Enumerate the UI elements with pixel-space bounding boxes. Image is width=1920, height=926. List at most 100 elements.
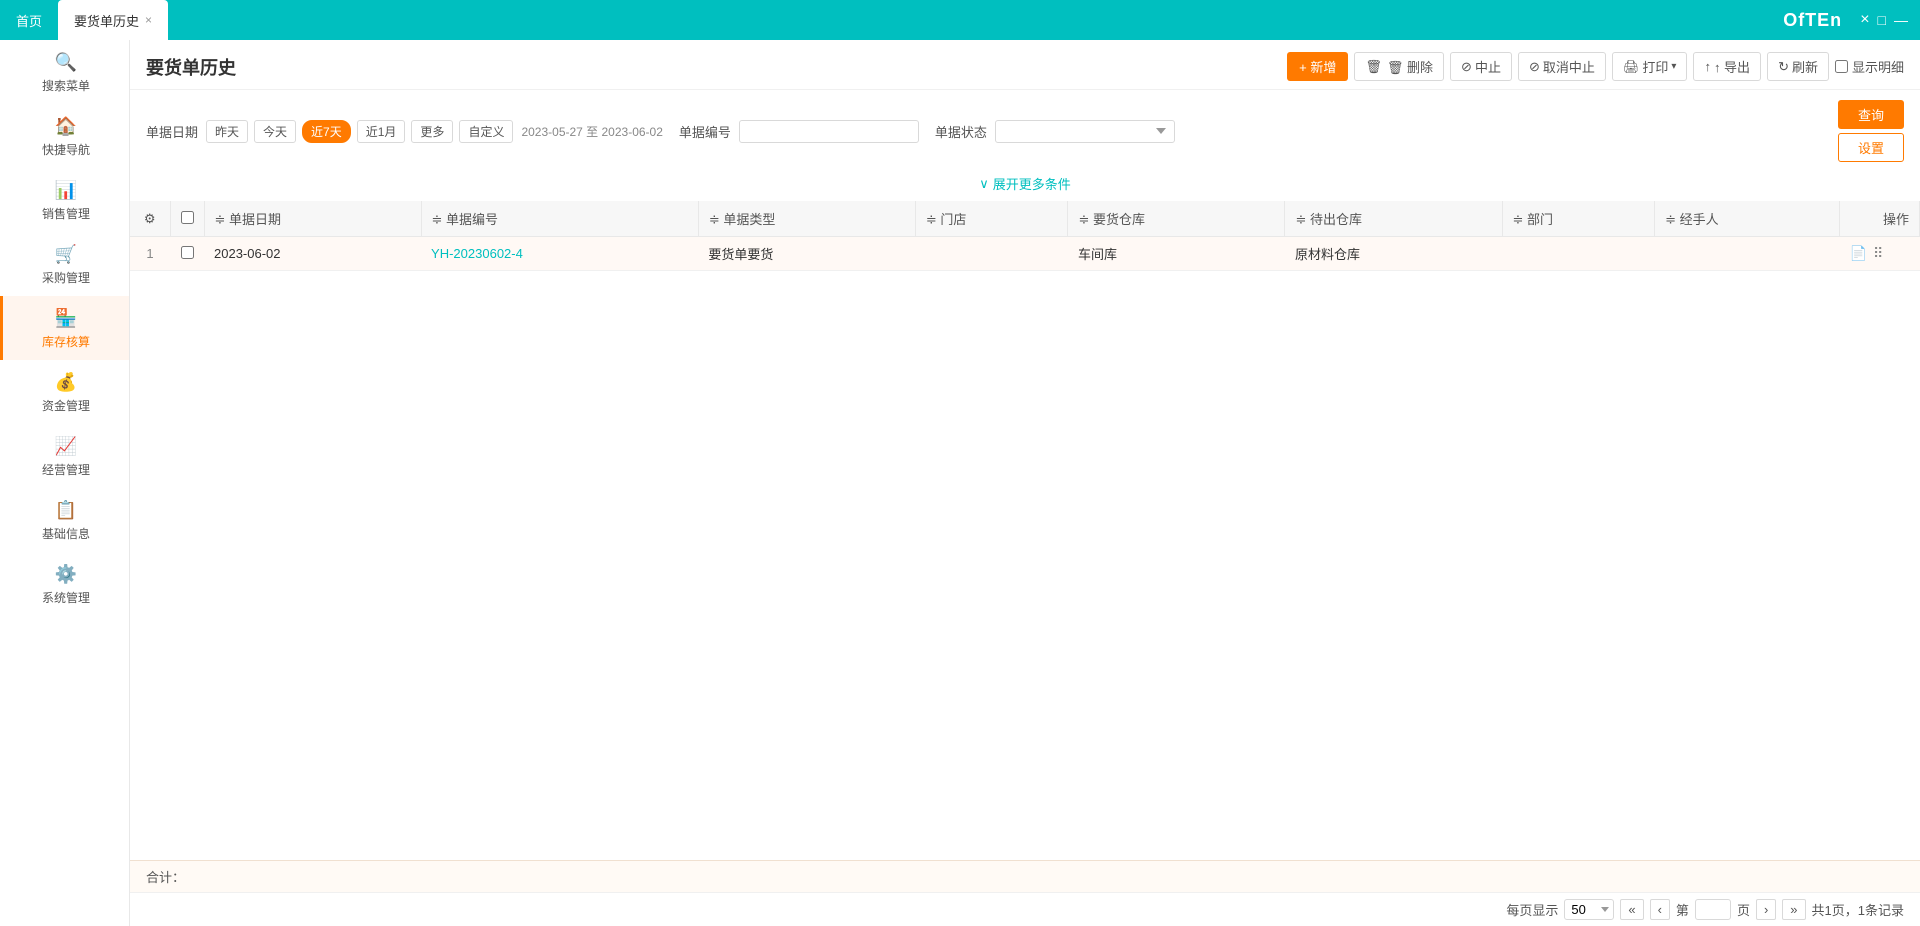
col-date-label: ≑ 单据日期	[215, 212, 282, 227]
sidebar-item-quick-nav[interactable]: 🏠 快捷导航	[0, 104, 129, 168]
status-filter-group: 单据状态	[935, 120, 1175, 143]
toolbar: + 新增 🗑 🗑 删除 ⊘ 中止 ⊘ 取消中止 🖨 打印 ▾	[1287, 52, 1904, 81]
table-container: ⚙ ≑ 单据日期 ≑ 单据编号 ≑ 单据类型	[130, 201, 1920, 860]
sidebar-item-finance[interactable]: 💰 资金管理	[0, 360, 129, 424]
window-restore-icon[interactable]: □	[1878, 12, 1886, 28]
sidebar-item-basic-info[interactable]: 📋 基础信息	[0, 488, 129, 552]
refresh-button[interactable]: ↻ 刷新	[1767, 52, 1829, 81]
cancel-stop-label: 取消中止	[1543, 57, 1595, 76]
delete-button[interactable]: 🗑 🗑 删除	[1354, 52, 1444, 81]
export-button[interactable]: ↑ ↑ 导出	[1693, 52, 1761, 81]
refresh-icon: ↻	[1778, 59, 1789, 75]
col-department[interactable]: ≑ 部门	[1502, 201, 1655, 237]
orders-table: ⚙ ≑ 单据日期 ≑ 单据编号 ≑ 单据类型	[130, 201, 1920, 271]
col-handler[interactable]: ≑ 经手人	[1655, 201, 1840, 237]
col-dest-warehouse-label: ≑ 待出仓库	[1295, 212, 1362, 227]
last-page-btn[interactable]: »	[1782, 899, 1805, 920]
order-no-input[interactable]	[739, 120, 919, 143]
tab-order-history[interactable]: 要货单历史 ×	[58, 0, 168, 40]
display-detail-toggle[interactable]: 显示明细	[1835, 57, 1904, 76]
tab-close-icon[interactable]: ×	[145, 13, 152, 27]
print-button[interactable]: 🖨 打印 ▾	[1612, 52, 1688, 81]
search-icon: 🔍	[55, 52, 77, 73]
col-checkbox	[170, 201, 204, 237]
delete-icon: 🗑	[1365, 59, 1382, 75]
sidebar-item-system[interactable]: ⚙️ 系统管理	[0, 552, 129, 616]
tab-list: 首页 要货单历史 ×	[0, 0, 168, 40]
date-btn-yesterday[interactable]: 昨天	[206, 120, 248, 143]
display-detail-checkbox[interactable]	[1835, 60, 1848, 73]
col-handler-label: ≑ 经手人	[1665, 212, 1719, 227]
pagination-bar: 每页显示 50 10 20 100 « ‹ 第 1 页 › » 共1页，1条记录	[130, 892, 1920, 926]
date-btn-today[interactable]: 今天	[254, 120, 296, 143]
col-req-warehouse[interactable]: ≑ 要货仓库	[1068, 201, 1285, 237]
col-actions-label: 操作	[1883, 212, 1909, 227]
order-no-link[interactable]: YH-20230602-4	[431, 246, 523, 261]
date-btn-1month[interactable]: 近1月	[357, 120, 406, 143]
date-btn-7days[interactable]: 近7天	[302, 120, 351, 143]
row-checkbox-cell	[170, 237, 204, 271]
row-edit-icon[interactable]: 📄	[1850, 245, 1867, 262]
status-select[interactable]	[995, 120, 1175, 143]
settings-gear-icon[interactable]: ⚙	[144, 211, 156, 226]
select-all-checkbox[interactable]	[181, 211, 194, 224]
col-store-label: ≑ 门店	[926, 212, 967, 227]
row-checkbox[interactable]	[181, 246, 194, 259]
total-info: 共1页，1条记录	[1812, 900, 1904, 919]
col-settings[interactable]: ⚙	[130, 201, 170, 237]
setting-button[interactable]: 设置	[1838, 133, 1904, 162]
sidebar-label-sales: 销售管理	[42, 205, 90, 222]
main-layout: 🔍 搜索菜单 🏠 快捷导航 📊 销售管理 🛒 采购管理 🏪 库存核算 💰 资金管…	[0, 40, 1920, 926]
sidebar-item-operation[interactable]: 📈 经营管理	[0, 424, 129, 488]
per-page-select[interactable]: 50 10 20 100	[1564, 899, 1614, 920]
sidebar-item-inventory[interactable]: 🏪 库存核算	[0, 296, 129, 360]
expand-more-icon: ∨	[979, 176, 989, 192]
brand-label: OfTEn	[1773, 10, 1852, 31]
col-order-no[interactable]: ≑ 单据编号	[421, 201, 698, 237]
row-req-warehouse: 车间库	[1068, 237, 1285, 271]
cancel-stop-button[interactable]: ⊘ 取消中止	[1518, 52, 1606, 81]
basic-info-icon: 📋	[55, 500, 77, 521]
col-order-type[interactable]: ≑ 单据类型	[698, 201, 915, 237]
window-close-icon[interactable]: ×	[1860, 11, 1869, 29]
sales-icon: 📊	[55, 180, 77, 201]
query-button[interactable]: 查询	[1838, 100, 1904, 129]
expand-more-btn[interactable]: ∨ 展开更多条件	[146, 170, 1904, 201]
filter-area: 单据日期 昨天 今天 近7天 近1月 更多 自定义 2023-05-27 至 2…	[130, 90, 1920, 201]
date-btn-custom[interactable]: 自定义	[459, 120, 513, 143]
print-label: 打印	[1642, 57, 1668, 76]
row-dest-warehouse: 原材料仓库	[1285, 237, 1502, 271]
prev-page-btn[interactable]: ‹	[1650, 899, 1670, 920]
row-more-icon[interactable]: ⠿	[1873, 245, 1883, 262]
page-title: 要货单历史	[146, 54, 1279, 80]
sidebar-item-sales[interactable]: 📊 销售管理	[0, 168, 129, 232]
row-order-type: 要货单要货	[698, 237, 915, 271]
date-btn-more[interactable]: 更多	[411, 120, 453, 143]
tab-order-history-label: 要货单历史	[74, 11, 139, 30]
col-dest-warehouse[interactable]: ≑ 待出仓库	[1285, 201, 1502, 237]
sidebar-item-search[interactable]: 🔍 搜索菜单	[0, 40, 129, 104]
col-actions: 操作	[1840, 201, 1920, 237]
row-order-no: YH-20230602-4	[421, 237, 698, 271]
print-icon: 🖨	[1623, 59, 1640, 75]
sidebar-item-purchase[interactable]: 🛒 采购管理	[0, 232, 129, 296]
order-no-label: 单据编号	[679, 122, 731, 141]
home-icon: 🏠	[55, 116, 77, 137]
col-store[interactable]: ≑ 门店	[915, 201, 1068, 237]
export-icon: ↑	[1704, 59, 1711, 74]
sidebar-label-finance: 资金管理	[42, 397, 90, 414]
col-date[interactable]: ≑ 单据日期	[204, 201, 421, 237]
tab-home[interactable]: 首页	[0, 0, 58, 40]
finance-icon: 💰	[55, 372, 77, 393]
stop-button[interactable]: ⊘ 中止	[1450, 52, 1512, 81]
operation-icon: 📈	[55, 436, 77, 457]
page-number-input[interactable]: 1	[1695, 899, 1731, 920]
new-button[interactable]: + 新增	[1287, 52, 1348, 81]
col-order-type-label: ≑ 单据类型	[709, 212, 776, 227]
window-minimize-icon[interactable]: —	[1894, 12, 1908, 28]
next-page-btn[interactable]: ›	[1756, 899, 1776, 920]
first-page-btn[interactable]: «	[1620, 899, 1643, 920]
filter-row-1: 单据日期 昨天 今天 近7天 近1月 更多 自定义 2023-05-27 至 2…	[146, 100, 1904, 162]
col-department-label: ≑ 部门	[1513, 212, 1554, 227]
inventory-icon: 🏪	[55, 308, 77, 329]
